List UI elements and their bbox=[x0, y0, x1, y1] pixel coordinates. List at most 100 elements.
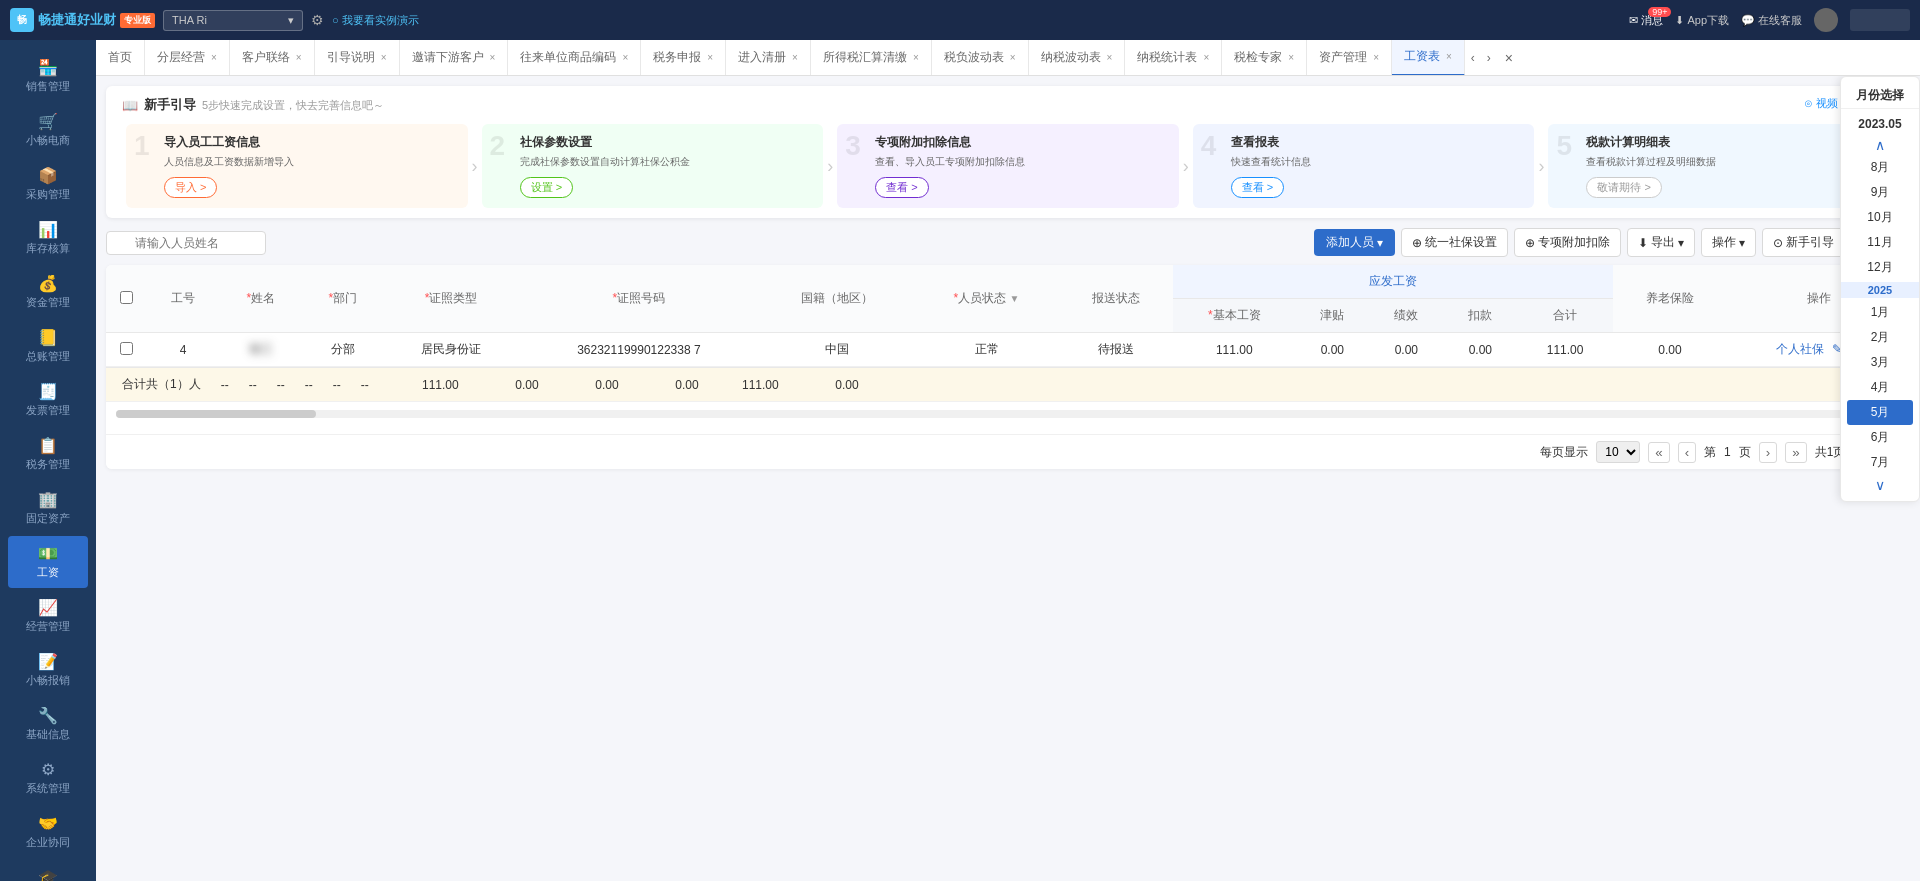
search-input[interactable] bbox=[106, 231, 266, 255]
tab-assetmgr[interactable]: 资产管理× bbox=[1307, 40, 1392, 76]
tab-customer[interactable]: 客户联络× bbox=[230, 40, 315, 76]
tab-close-salary[interactable]: × bbox=[1446, 51, 1452, 62]
sidebar-item-purchase[interactable]: 📦采购管理 bbox=[8, 158, 88, 210]
group-header-salary: 应发工资 bbox=[1173, 265, 1613, 299]
social-security-button[interactable]: ⊕ 统一社保设置 bbox=[1401, 228, 1508, 257]
pagination-first[interactable]: « bbox=[1648, 442, 1669, 463]
step-4-btn[interactable]: 查看 > bbox=[1231, 177, 1284, 198]
month-item-12[interactable]: 12月 bbox=[1841, 255, 1919, 280]
sidebar-item-ecommerce[interactable]: 🛒小畅电商 bbox=[8, 104, 88, 156]
month-item-3[interactable]: 3月 bbox=[1841, 350, 1919, 375]
scrollbar-thumb[interactable] bbox=[116, 410, 316, 418]
step-1-btn[interactable]: 导入 > bbox=[164, 177, 217, 198]
month-item-9[interactable]: 9月 bbox=[1841, 180, 1919, 205]
user-name-area[interactable] bbox=[1850, 9, 1910, 31]
sidebar-item-basic[interactable]: 🔧基础信息 bbox=[8, 698, 88, 750]
tab-clearance[interactable]: 进入清册× bbox=[726, 40, 811, 76]
tab-taxstat2[interactable]: 纳税统计表× bbox=[1125, 40, 1222, 76]
month-item-4[interactable]: 4月 bbox=[1841, 375, 1919, 400]
settings-icon[interactable]: ⚙ bbox=[311, 12, 324, 28]
month-picker-up[interactable]: ∧ bbox=[1875, 137, 1885, 153]
pagination-last[interactable]: » bbox=[1785, 442, 1806, 463]
tab-close-taxstat1[interactable]: × bbox=[1107, 52, 1113, 63]
sidebar-item-system[interactable]: ⚙系统管理 bbox=[8, 752, 88, 804]
company-selector[interactable]: THA Ri ▾ bbox=[163, 10, 303, 31]
pagination-next[interactable]: › bbox=[1759, 442, 1777, 463]
month-item-1[interactable]: 1月 bbox=[1841, 300, 1919, 325]
step-2-btn[interactable]: 设置 > bbox=[520, 177, 573, 198]
tab-guide[interactable]: 引导说明× bbox=[315, 40, 400, 76]
sidebar-item-assets[interactable]: 🏢固定资产 bbox=[8, 482, 88, 534]
tab-close-taxfree[interactable]: × bbox=[1010, 52, 1016, 63]
online-service-button[interactable]: 💬 在线客服 bbox=[1741, 13, 1802, 28]
sidebar-item-newbie[interactable]: 🎓新手引导 bbox=[8, 860, 88, 881]
tab-home[interactable]: 首页 bbox=[96, 40, 145, 76]
tab-taxreport[interactable]: 税务申报× bbox=[641, 40, 726, 76]
sidebar-item-enterprise[interactable]: 🤝企业协同 bbox=[8, 806, 88, 858]
tab-close-guide[interactable]: × bbox=[381, 52, 387, 63]
tab-close-taxexpert[interactable]: × bbox=[1288, 52, 1294, 63]
tab-close-taxstat2[interactable]: × bbox=[1203, 52, 1209, 63]
month-item-11[interactable]: 11月 bbox=[1841, 230, 1919, 255]
guide-video-link[interactable]: ⊙ 视频 bbox=[1804, 96, 1838, 111]
tab-close-customer[interactable]: × bbox=[296, 52, 302, 63]
horizontal-scrollbar[interactable] bbox=[116, 410, 1900, 418]
tab-close-invite[interactable]: × bbox=[490, 52, 496, 63]
tab-taxexpert[interactable]: 税检专家× bbox=[1222, 40, 1307, 76]
demo-link[interactable]: ○ 我要看实例演示 bbox=[332, 13, 419, 28]
tab-taxfree[interactable]: 税负波动表× bbox=[932, 40, 1029, 76]
tab-taxstat1[interactable]: 纳税波动表× bbox=[1029, 40, 1126, 76]
tab-taxcalc[interactable]: 所得税汇算清缴× bbox=[811, 40, 932, 76]
special-deduct-button[interactable]: ⊕ 专项附加扣除 bbox=[1514, 228, 1621, 257]
pagination: 每页显示 10 20 50 « ‹ 第 1 页 › » 共1页，1条记录 bbox=[106, 434, 1910, 469]
step-3-num: 3 bbox=[845, 130, 861, 162]
select-all-checkbox[interactable] bbox=[120, 291, 133, 304]
sidebar-item-ledger[interactable]: 📒总账管理 bbox=[8, 320, 88, 372]
new-guide-button[interactable]: ⊙ 新手引导 bbox=[1762, 228, 1845, 257]
month-item-10[interactable]: 10月 bbox=[1841, 205, 1919, 230]
month-picker-down[interactable]: ∨ bbox=[1875, 477, 1885, 493]
month-item-5[interactable]: 5月 bbox=[1847, 400, 1913, 425]
month-item-6[interactable]: 6月 bbox=[1841, 425, 1919, 450]
month-item-2[interactable]: 2月 bbox=[1841, 325, 1919, 350]
per-page-select[interactable]: 10 20 50 bbox=[1596, 441, 1640, 463]
tab-nav-prev[interactable]: ‹ bbox=[1465, 51, 1481, 65]
app-download-button[interactable]: ⬇ App下载 bbox=[1675, 13, 1729, 28]
tab-salary[interactable]: 工资表× bbox=[1392, 40, 1465, 76]
row-idtype: 居民身份证 bbox=[384, 333, 519, 367]
op-social-link[interactable]: 个人社保 bbox=[1776, 342, 1824, 356]
sidebar-item-operations[interactable]: 📈经营管理 bbox=[8, 590, 88, 642]
tab-layered[interactable]: 分层经营× bbox=[145, 40, 230, 76]
tab-invite[interactable]: 邀请下游客户× bbox=[400, 40, 509, 76]
operate-button[interactable]: 操作 ▾ bbox=[1701, 228, 1756, 257]
sidebar-item-capital[interactable]: 💰资金管理 bbox=[8, 266, 88, 318]
step-5-btn[interactable]: 敬请期待 > bbox=[1586, 177, 1661, 198]
tab-close-taxcalc[interactable]: × bbox=[913, 52, 919, 63]
row-name: 张三 bbox=[220, 333, 302, 367]
sidebar-item-marketing[interactable]: 📝小畅报销 bbox=[8, 644, 88, 696]
sidebar-item-sales[interactable]: 🏪销售管理 bbox=[8, 50, 88, 102]
user-avatar[interactable] bbox=[1814, 8, 1838, 32]
export-button[interactable]: ⬇ 导出 ▾ bbox=[1627, 228, 1695, 257]
tab-close-taxreport[interactable]: × bbox=[707, 52, 713, 63]
sidebar-item-inventory[interactable]: 📊库存核算 bbox=[8, 212, 88, 264]
tab-close-layered[interactable]: × bbox=[211, 52, 217, 63]
tab-nav-next[interactable]: › bbox=[1481, 51, 1497, 65]
tab-close-goods[interactable]: × bbox=[622, 52, 628, 63]
add-person-button[interactable]: 添加人员 ▾ bbox=[1314, 229, 1395, 256]
page-current-label: 第 bbox=[1704, 444, 1716, 461]
sidebar-item-tax[interactable]: 📋税务管理 bbox=[8, 428, 88, 480]
pagination-prev[interactable]: ‹ bbox=[1678, 442, 1696, 463]
top-bar-right: ✉ 消息 99+ ⬇ App下载 💬 在线客服 bbox=[1629, 8, 1910, 32]
sidebar-item-salary[interactable]: 💵工资 bbox=[8, 536, 88, 588]
tab-close-assetmgr[interactable]: × bbox=[1373, 52, 1379, 63]
tab-close-all[interactable]: × bbox=[1497, 50, 1521, 66]
month-item-8[interactable]: 8月 bbox=[1841, 155, 1919, 180]
tab-close-clearance[interactable]: × bbox=[792, 52, 798, 63]
message-button[interactable]: ✉ 消息 99+ bbox=[1629, 13, 1663, 28]
month-item-7[interactable]: 7月 bbox=[1841, 450, 1919, 475]
sidebar-item-invoice[interactable]: 🧾发票管理 bbox=[8, 374, 88, 426]
step-3-btn[interactable]: 查看 > bbox=[875, 177, 928, 198]
tab-goods[interactable]: 往来单位商品编码× bbox=[508, 40, 641, 76]
row-checkbox[interactable] bbox=[120, 342, 133, 355]
